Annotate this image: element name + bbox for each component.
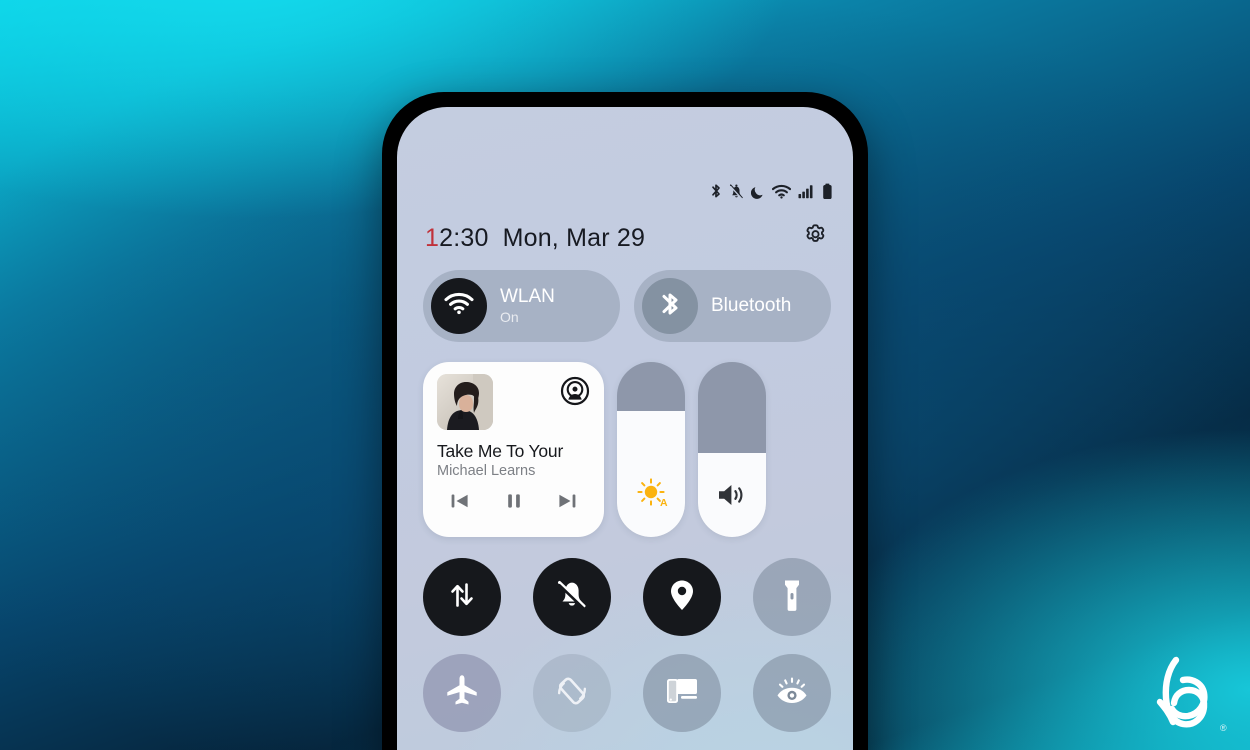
silent-mode-toggle[interactable] [533,558,611,636]
brightness-slider[interactable]: A [617,362,685,537]
bluetooth-status-icon [710,183,722,205]
quick-toggle-row-2 [423,654,831,732]
signal-bars-status-icon [798,184,815,204]
clock-rest: 2:30 [439,223,489,252]
flashlight-icon [781,576,803,619]
location-pin-icon [666,577,698,618]
svg-text:®: ® [1220,723,1227,733]
date-label: Mon, Mar 29 [502,223,646,252]
multi-screen-icon [663,674,701,713]
auto-rotate-toggle[interactable] [533,654,611,732]
volume-icon-wrap [698,480,766,515]
bluetooth-tile[interactable]: Bluetooth [634,270,831,342]
bluetooth-tile-text: Bluetooth [711,294,792,317]
bluetooth-tile-title: Bluetooth [711,294,792,316]
control-center-header: 12:30 Mon, Mar 29 [397,220,853,256]
cast-icon [560,376,590,410]
mobile-data-toggle[interactable] [423,558,501,636]
brand-logo: ® [1136,644,1232,740]
pause-button[interactable] [497,488,531,514]
media-track-artist: Michael Learns [437,463,536,479]
media-track-title: Take Me To Your [437,441,564,461]
bluetooth-icon [659,288,681,325]
brightness-icon-wrap: A [617,474,685,515]
wlan-tile-text: WLAN On [500,287,555,325]
screen-cast-toggle[interactable] [643,654,721,732]
eye-comfort-toggle[interactable] [753,654,831,732]
clock-lead-digit: 1 [425,223,440,252]
volume-icon [715,480,749,515]
gear-icon [803,223,829,254]
bluetooth-tile-puck [642,278,698,334]
volume-slider[interactable] [698,362,766,537]
eye-icon [773,674,811,713]
data-transfer-icon [445,578,479,617]
wifi-icon [444,292,474,321]
moon-status-icon [750,184,765,205]
airplane-mode-toggle[interactable] [423,654,501,732]
bell-off-icon [554,577,590,618]
wlan-tile-puck [431,278,487,334]
battery-status-icon [822,183,833,205]
media-transport-controls [437,488,590,514]
wlan-tile-title: WLAN [500,286,555,308]
album-art [437,374,493,430]
location-toggle[interactable] [643,558,721,636]
connectivity-row: WLAN On Bluetooth [423,270,831,342]
clock: 12:30 [425,224,489,253]
wifi-status-icon [771,184,792,204]
media-and-sliders-row: Take Me To Your Michael Learns A [423,362,831,537]
airplane-icon [443,672,481,715]
wlan-tile-subtitle: On [500,308,519,325]
wallpaper-background: 12:30 Mon, Mar 29 WLAN On Bluetooth Take… [0,0,1250,750]
media-player-card[interactable]: Take Me To Your Michael Learns [423,362,604,537]
status-bar [710,183,833,205]
phone-device-frame: 12:30 Mon, Mar 29 WLAN On Bluetooth Take… [382,92,868,750]
cast-button[interactable] [560,376,590,406]
previous-track-button[interactable] [443,488,477,514]
wlan-tile[interactable]: WLAN On [423,270,620,342]
bell-off-status-icon [729,183,744,205]
flashlight-toggle[interactable] [753,558,831,636]
quick-toggle-row-1 [423,558,831,636]
next-track-button[interactable] [550,488,584,514]
phone-screen: 12:30 Mon, Mar 29 WLAN On Bluetooth Take… [397,107,853,750]
auto-rotate-icon [553,672,591,715]
svg-text:A: A [660,497,668,509]
settings-button[interactable] [801,223,831,253]
brightness-auto-icon: A [633,474,669,515]
